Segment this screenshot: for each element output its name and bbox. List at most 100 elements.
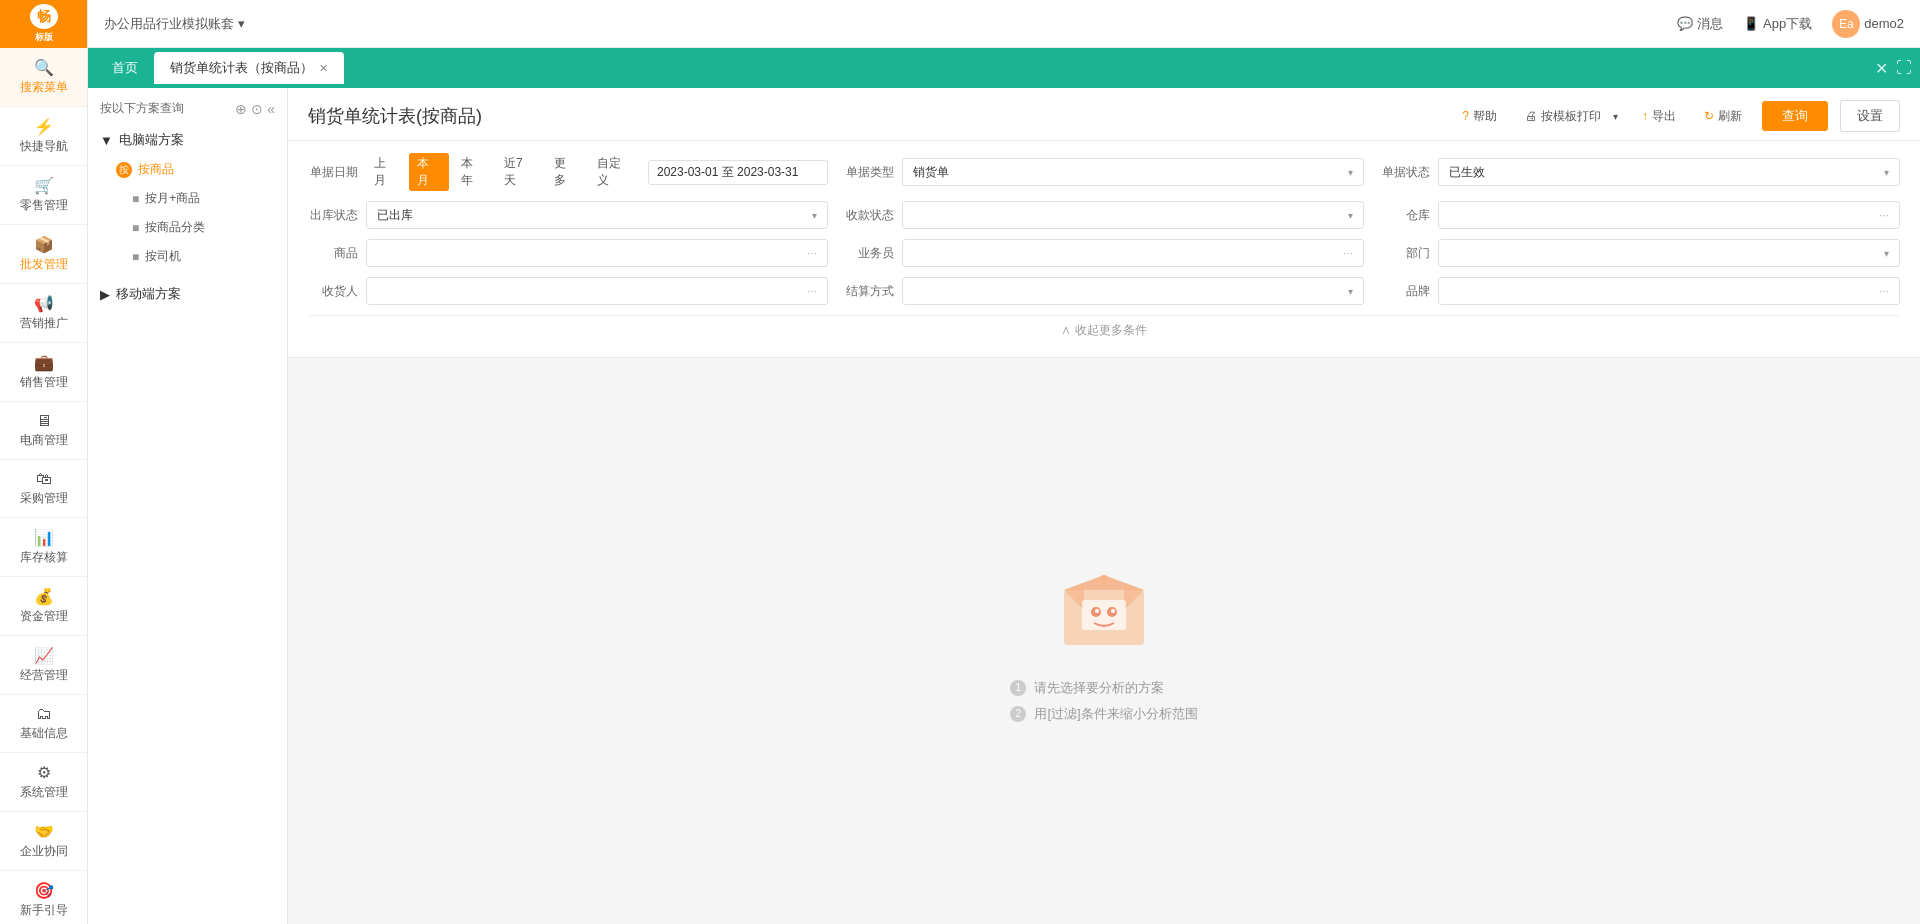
sidebar-item-operations[interactable]: 📈 经营管理 — [0, 636, 87, 695]
top-bar-right: 💬 消息 📱 App下载 Ea demo2 — [1677, 10, 1904, 38]
marketing-nav-icon: 📢 — [4, 294, 83, 313]
print-button-group: 🖨 按模板打印 ▾ — [1517, 104, 1622, 129]
sidebar-item-purchase[interactable]: 🛍 采购管理 — [0, 460, 87, 518]
date-tab-custom[interactable]: 自定义 — [589, 153, 640, 191]
date-tabs: 上月 本月 本年 近7天 更多 自定义 — [366, 153, 640, 191]
filter-date-field: 单据日期 上月 本月 本年 近7天 更多 自定义 2023-03-01 至 20… — [308, 153, 828, 191]
tree-item-by-month-goods[interactable]: ■ 按月+商品 — [88, 184, 287, 213]
doc-status-value: 已生效 — [1449, 164, 1485, 181]
message-button[interactable]: 💬 消息 — [1677, 15, 1723, 33]
tree-item-by-dept[interactable]: ■ 按司机 — [88, 242, 287, 271]
date-tab-this-month[interactable]: 本月 — [409, 153, 448, 191]
tree-section-mobile-label: 移动端方案 — [116, 285, 181, 303]
by-dept-label: 按司机 — [145, 248, 181, 265]
sidebar: 畅 标版 🔍 搜索菜单 ⚡ 快捷导航 🛒 零售管理 📦 批发管理 📢 营销推广 … — [0, 0, 88, 924]
sidebar-item-basic[interactable]: 🗂 基础信息 — [0, 695, 87, 753]
filter-doc-type-control[interactable]: 销货单 ▾ — [902, 158, 1364, 186]
tree-item-by-goods[interactable]: 按 按商品 — [88, 155, 287, 184]
filter-salesperson-control[interactable]: ··· — [902, 239, 1364, 267]
export-button[interactable]: ↑ 导出 — [1634, 104, 1684, 129]
user-profile-button[interactable]: Ea demo2 — [1832, 10, 1904, 38]
user-avatar: Ea — [1832, 10, 1860, 38]
filter-warehouse-field: 仓库 ··· — [1380, 201, 1900, 229]
print-dropdown-chevron-icon[interactable]: ▾ — [1609, 107, 1622, 126]
basic-nav-icon: 🗂 — [4, 705, 83, 723]
settings-scheme-icon[interactable]: ⊙ — [251, 101, 263, 117]
collapse-panel-icon[interactable]: « — [267, 101, 275, 117]
print-button[interactable]: 🖨 按模板打印 — [1517, 104, 1609, 129]
filter-salesperson-label: 业务员 — [844, 245, 894, 262]
filter-brand-control[interactable]: ··· — [1438, 277, 1900, 305]
filter-doc-status-control[interactable]: 已生效 ▾ — [1438, 158, 1900, 186]
tip-1-text: 请先选择要分析的方案 — [1034, 675, 1164, 701]
filter-out-status-control[interactable]: 已出库 ▾ — [366, 201, 828, 229]
filter-brand-field: 品牌 ··· — [1380, 277, 1900, 305]
date-tab-last-month[interactable]: 上月 — [366, 153, 405, 191]
tab-home[interactable]: 首页 — [96, 52, 154, 84]
enterprise-nav-icon: 🤝 — [4, 822, 83, 841]
print-icon: 🖨 — [1525, 109, 1537, 123]
by-goods-label: 按商品 — [138, 161, 174, 178]
app-name-label: 办公用品行业模拟账套 — [104, 15, 234, 33]
sidebar-item-system[interactable]: ⚙ 系统管理 — [0, 753, 87, 812]
sidebar-item-retail[interactable]: 🛒 零售管理 — [0, 166, 87, 225]
tab-report[interactable]: 销货单统计表（按商品） ✕ — [154, 52, 344, 84]
sidebar-item-marketing[interactable]: 📢 营销推广 — [0, 284, 87, 343]
filter-warehouse-label: 仓库 — [1380, 207, 1430, 224]
sidebar-item-quick[interactable]: ⚡ 快捷导航 — [0, 107, 87, 166]
collapse-more-conditions[interactable]: ∧ 收起更多条件 — [308, 315, 1900, 345]
top-bar: 办公用品行业模拟账套 ▾ 💬 消息 📱 App下载 Ea demo2 — [88, 0, 1920, 48]
tab-close-icon[interactable]: ✕ — [319, 62, 328, 75]
date-tab-last7[interactable]: 近7天 — [496, 153, 542, 191]
app-name-dropdown[interactable]: 办公用品行业模拟账套 ▾ — [104, 15, 245, 33]
sidebar-item-sales[interactable]: 💼 销售管理 — [0, 343, 87, 402]
date-tab-this-year[interactable]: 本年 — [453, 153, 492, 191]
filter-receiver-label: 收货人 — [308, 283, 358, 300]
left-panel-title: 按以下方案查询 — [100, 100, 184, 117]
sidebar-item-finance[interactable]: 💰 资金管理 — [0, 577, 87, 636]
filter-row-3: 商品 ··· 业务员 ··· 部门 — [308, 239, 1900, 267]
filter-payment-control[interactable]: ▾ — [902, 201, 1364, 229]
filter-goods-control[interactable]: ··· — [366, 239, 828, 267]
payment-chevron-icon: ▾ — [1348, 210, 1353, 221]
filter-out-status-field: 出库状态 已出库 ▾ — [308, 201, 828, 229]
filter-warehouse-control[interactable]: ··· — [1438, 201, 1900, 229]
filter-goods-field: 商品 ··· — [308, 239, 828, 267]
tab-expand-icon[interactable]: ⛶ — [1896, 59, 1912, 78]
sidebar-item-wholesale[interactable]: 📦 批发管理 — [0, 225, 87, 284]
refresh-button[interactable]: ↻ 刷新 — [1696, 104, 1750, 129]
filter-row-4: 收货人 ··· 结算方式 ▾ 品牌 — [308, 277, 1900, 305]
query-button[interactable]: 查询 — [1762, 101, 1828, 131]
logo-icon: 畅 — [30, 4, 58, 29]
sidebar-item-inventory[interactable]: 📊 库存核算 — [0, 518, 87, 577]
left-panel-header: 按以下方案查询 ⊕ ⊙ « — [88, 100, 287, 125]
tree-section-mobile-header[interactable]: ▶ 移动端方案 — [88, 279, 287, 309]
filter-receiver-control[interactable]: ··· — [366, 277, 828, 305]
by-goods-cat-label: 按商品分类 — [145, 219, 205, 236]
tree-section-pc-label: 电脑端方案 — [119, 131, 184, 149]
page-actions: ? 帮助 🖨 按模板打印 ▾ ↑ 导出 — [1454, 100, 1900, 132]
tree-section-pc-header[interactable]: ▼ 电脑端方案 — [88, 125, 287, 155]
system-nav-icon: ⚙ — [4, 763, 83, 782]
left-panel-actions: ⊕ ⊙ « — [235, 101, 275, 117]
filter-settlement-control[interactable]: ▾ — [902, 277, 1364, 305]
tab-close-window-icon[interactable]: ✕ — [1875, 59, 1888, 78]
sidebar-item-search[interactable]: 🔍 搜索菜单 — [0, 48, 87, 107]
date-tab-more[interactable]: 更多 — [546, 153, 585, 191]
sidebar-item-enterprise[interactable]: 🤝 企业协同 — [0, 812, 87, 871]
settings-button[interactable]: 设置 — [1840, 100, 1900, 132]
sidebar-item-ecommerce[interactable]: 🖥 电商管理 — [0, 402, 87, 460]
sidebar-item-newbie[interactable]: 🎯 新手引导 — [0, 871, 87, 924]
help-button[interactable]: ? 帮助 — [1454, 104, 1505, 129]
filter-dept-control[interactable]: ▾ — [1438, 239, 1900, 267]
message-icon: 💬 — [1677, 16, 1693, 31]
by-goods-cat-icon-indicator: ■ — [132, 221, 139, 235]
filter-payment-status-field: 收款状态 ▾ — [844, 201, 1364, 229]
filter-doc-type-label: 单据类型 — [844, 164, 894, 181]
doc-status-chevron-icon: ▾ — [1884, 167, 1889, 178]
date-value-display[interactable]: 2023-03-01 至 2023-03-31 — [648, 160, 828, 185]
app-download-button[interactable]: 📱 App下载 — [1743, 15, 1812, 33]
tree-item-by-goods-cat[interactable]: ■ 按商品分类 — [88, 213, 287, 242]
tip-2-text: 用[过滤]条件来缩小分析范围 — [1034, 701, 1197, 727]
add-scheme-icon[interactable]: ⊕ — [235, 101, 247, 117]
